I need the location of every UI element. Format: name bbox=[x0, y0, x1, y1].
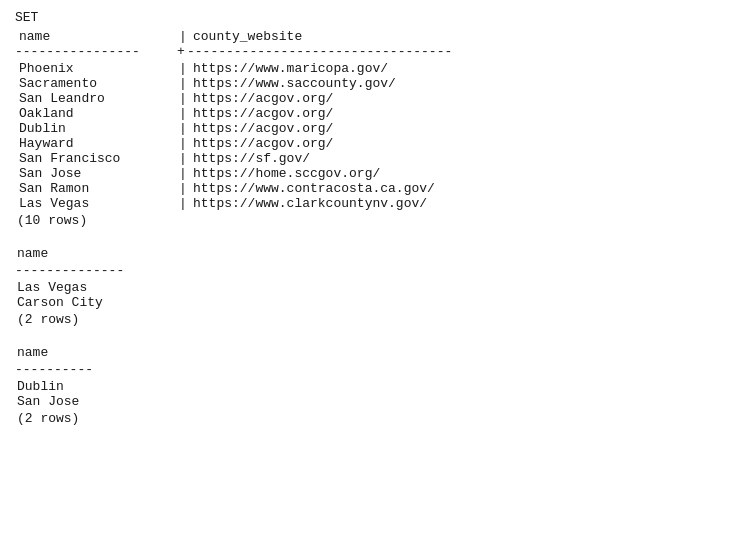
table1-rows: Phoenix | https://www.maricopa.gov/ Sacr… bbox=[15, 61, 735, 211]
row-separator: | bbox=[177, 166, 189, 181]
table1-col2-header: county_website bbox=[189, 29, 302, 44]
table-row: San Francisco| https://sf.gov/ bbox=[15, 151, 735, 166]
table2-block: name -------------- Las Vegas Carson Cit… bbox=[15, 246, 735, 327]
row-name: Las Vegas bbox=[17, 196, 177, 211]
table-row: Dublin | https://acgov.org/ bbox=[15, 121, 735, 136]
row-name: San Ramon bbox=[17, 181, 177, 196]
table1-divider-right: ---------------------------------- bbox=[187, 44, 735, 59]
row-name: San Jose bbox=[17, 166, 177, 181]
row-website: https://www.contracosta.ca.gov/ bbox=[189, 181, 435, 196]
row-website: https://www.saccounty.gov/ bbox=[189, 76, 396, 91]
table-row: San Jose | https://home.sccgov.org/ bbox=[15, 166, 735, 181]
table1-divider-plus: + bbox=[175, 44, 187, 59]
row-name: Dublin bbox=[17, 121, 177, 136]
table3-row-count: (2 rows) bbox=[15, 411, 735, 426]
row-name: San Francisco bbox=[17, 151, 177, 166]
table1-block: name | county_website ---------------- +… bbox=[15, 29, 735, 228]
table-row: San Ramon | https://www.contracosta.ca.g… bbox=[15, 181, 735, 196]
row-name: Sacramento bbox=[17, 76, 177, 91]
list-item: Carson City bbox=[15, 295, 735, 310]
row-separator: | bbox=[177, 76, 189, 91]
row-website: https://www.maricopa.gov/ bbox=[189, 61, 388, 76]
row-separator: | bbox=[177, 121, 189, 136]
row-website: https://acgov.org/ bbox=[189, 136, 333, 151]
row-separator: | bbox=[177, 91, 189, 106]
table3-rows: Dublin San Jose bbox=[15, 379, 735, 409]
list-item: San Jose bbox=[15, 394, 735, 409]
row-name: San Leandro bbox=[17, 91, 177, 106]
row-name: Phoenix bbox=[17, 61, 177, 76]
row-website: https://sf.gov/ bbox=[189, 151, 310, 166]
row-website: https://acgov.org/ bbox=[189, 106, 333, 121]
table-row: Hayward | https://acgov.org/ bbox=[15, 136, 735, 151]
table2-rows: Las Vegas Carson City bbox=[15, 280, 735, 310]
table1-row-count: (10 rows) bbox=[15, 213, 735, 228]
table1-col1-header: name bbox=[17, 29, 177, 44]
row-separator: | bbox=[177, 61, 189, 76]
set-label: SET bbox=[15, 10, 735, 25]
row-website: https://acgov.org/ bbox=[189, 121, 333, 136]
row-website: https://acgov.org/ bbox=[189, 91, 333, 106]
row-name: Oakland bbox=[17, 106, 177, 121]
table-row: San Leandro | https://acgov.org/ bbox=[15, 91, 735, 106]
table1-divider-left: ---------------- bbox=[15, 44, 175, 59]
table3-header: name bbox=[15, 345, 735, 360]
table2-header: name bbox=[15, 246, 735, 261]
table-row: Sacramento | https://www.saccounty.gov/ bbox=[15, 76, 735, 91]
list-item: Dublin bbox=[15, 379, 735, 394]
table2-row-count: (2 rows) bbox=[15, 312, 735, 327]
table2-divider: -------------- bbox=[15, 263, 735, 278]
table3-block: name ---------- Dublin San Jose (2 rows) bbox=[15, 345, 735, 426]
table1-divider: ---------------- + ---------------------… bbox=[15, 44, 735, 59]
row-website: https://www.clarkcountynv.gov/ bbox=[189, 196, 427, 211]
row-separator: | bbox=[177, 196, 189, 211]
row-separator: | bbox=[177, 106, 189, 121]
list-item: Las Vegas bbox=[15, 280, 735, 295]
table1-col-sep-header: | bbox=[177, 29, 189, 44]
table3-divider: ---------- bbox=[15, 362, 735, 377]
row-name: Hayward bbox=[17, 136, 177, 151]
row-separator: | bbox=[177, 136, 189, 151]
row-separator: | bbox=[177, 151, 189, 166]
table-row: Oakland | https://acgov.org/ bbox=[15, 106, 735, 121]
row-website: https://home.sccgov.org/ bbox=[189, 166, 380, 181]
row-separator: | bbox=[177, 181, 189, 196]
table-row: Phoenix | https://www.maricopa.gov/ bbox=[15, 61, 735, 76]
table-row: Las Vegas | https://www.clarkcountynv.go… bbox=[15, 196, 735, 211]
table1-header: name | county_website bbox=[15, 29, 735, 44]
